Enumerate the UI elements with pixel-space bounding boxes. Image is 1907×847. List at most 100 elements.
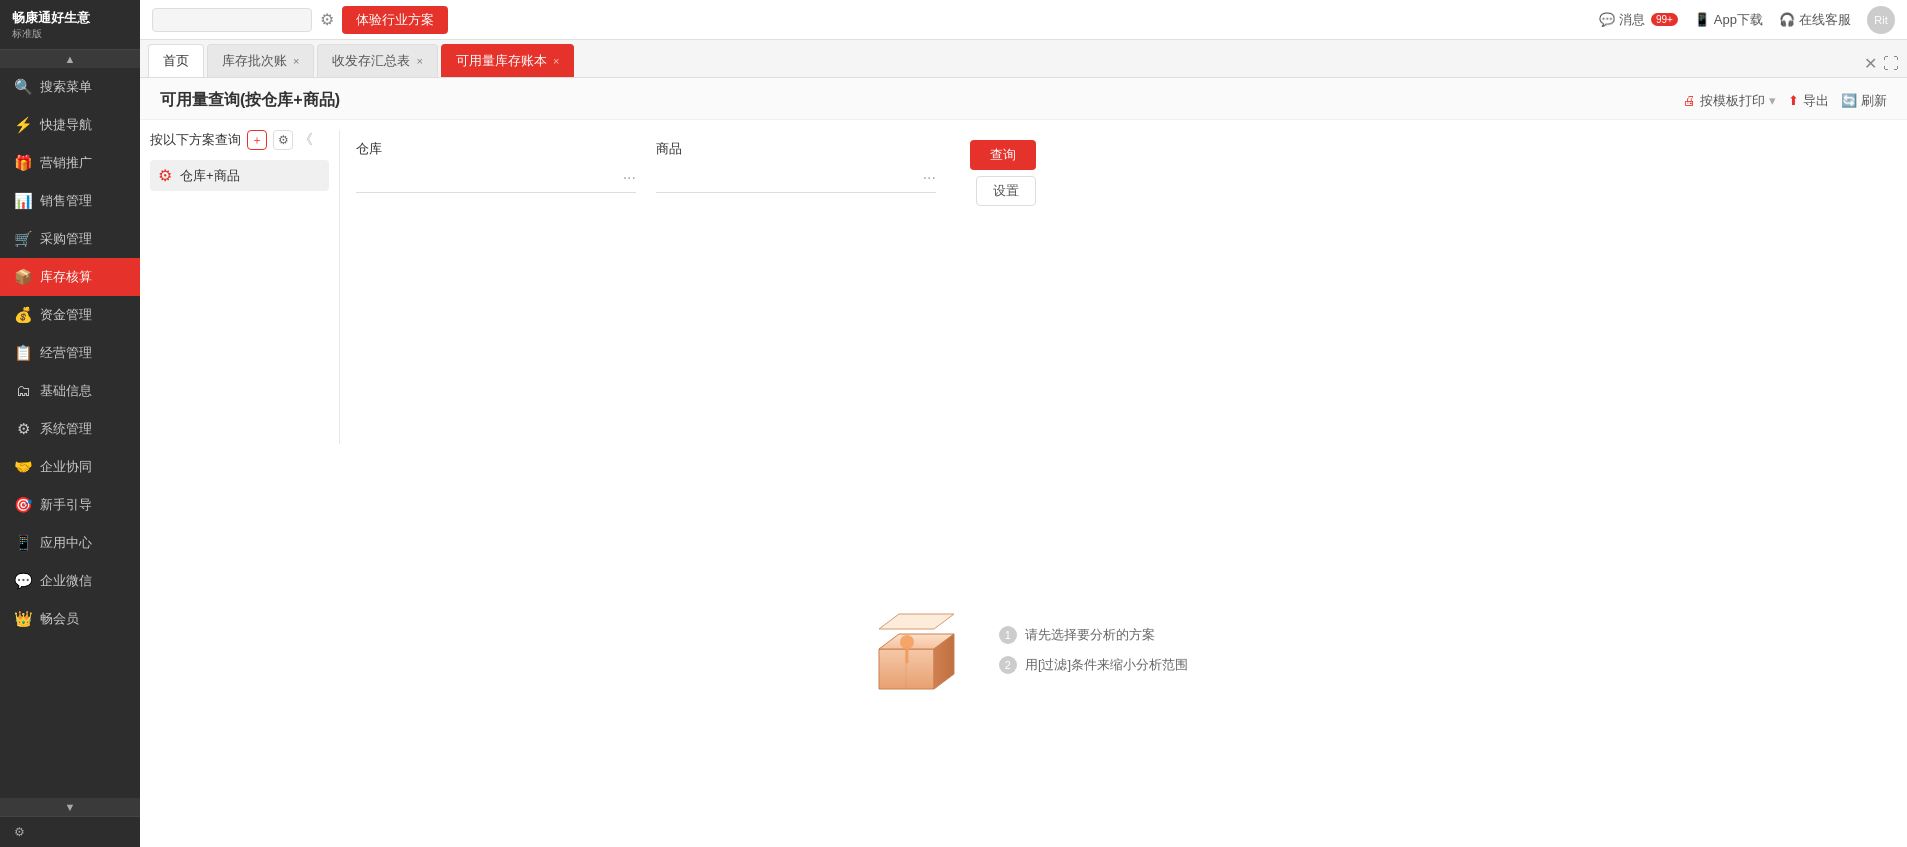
- sidebar-item-wechat[interactable]: 💬企业微信: [0, 562, 140, 600]
- message-icon: 💬: [1599, 12, 1615, 27]
- app-center-icon: 📱: [14, 534, 32, 552]
- app-icon: 📱: [1694, 12, 1710, 27]
- tab-summary[interactable]: 收发存汇总表×: [317, 44, 437, 77]
- close-tab-available[interactable]: ×: [553, 55, 559, 67]
- search-input[interactable]: [152, 8, 312, 32]
- message-button[interactable]: 💬 消息 99+: [1599, 11, 1678, 29]
- sidebar-label-basic-info: 基础信息: [40, 382, 92, 400]
- sidebar-item-app-center[interactable]: 📱应用中心: [0, 524, 140, 562]
- scheme-label: 仓库+商品: [180, 167, 240, 185]
- setting-button[interactable]: 设置: [976, 176, 1036, 206]
- main-content: ⚙ 体验行业方案 💬 消息 99+ 📱 App下载 🎧 在线客服 Rit: [140, 0, 1907, 847]
- field-input-goods[interactable]: ···: [656, 164, 936, 193]
- export-button[interactable]: ⬆导出: [1788, 92, 1829, 110]
- print-label: 按模板打印: [1700, 92, 1765, 110]
- svg-marker-3: [879, 614, 954, 629]
- sidebar-label-wechat: 企业微信: [40, 572, 92, 590]
- scheme-item[interactable]: ⚙ 仓库+商品: [150, 160, 329, 191]
- message-badge: 99+: [1651, 13, 1678, 26]
- tab-label-batch: 库存批次账: [222, 52, 287, 70]
- sidebar-menu: 🔍搜索菜单 ⚡ 快捷导航 🎁营销推广 📊 销售管理 🛒 采购管理 📦库存核算💰资金管理📋经营管理…: [0, 68, 140, 798]
- hint-item-1: 1请先选择要分析的方案: [999, 626, 1188, 644]
- settings-icon: ⚙: [14, 825, 25, 839]
- message-label: 消息: [1619, 11, 1645, 29]
- user-menu[interactable]: Rit: [1867, 6, 1895, 34]
- close-tab-batch[interactable]: ×: [293, 55, 299, 67]
- marketing-promo-icon: 🎁: [14, 154, 32, 172]
- field-value-warehouse: [356, 170, 368, 187]
- settings-scheme-button[interactable]: ⚙: [273, 130, 293, 150]
- refresh-label: 刷新: [1861, 92, 1887, 110]
- sidebar-label-inventory: 库存核算: [40, 268, 92, 286]
- query-button[interactable]: 查询: [970, 140, 1036, 170]
- field-label-goods: 商品: [656, 140, 936, 158]
- field-input-warehouse[interactable]: ···: [356, 164, 636, 193]
- print-button[interactable]: 🖨按模板打印▾: [1683, 92, 1776, 110]
- sidebar-item-enterprise[interactable]: 🤝企业协同: [0, 448, 140, 486]
- sidebar-item-shortcut[interactable]: ⚡ 快捷导航: [0, 106, 140, 144]
- print-dropdown-icon[interactable]: ▾: [1769, 93, 1776, 108]
- empty-hints: 1请先选择要分析的方案 2 用[过滤]条件来缩小分析范围: [999, 626, 1188, 674]
- hint-item-2: 2 用[过滤]条件来缩小分析范围: [999, 656, 1188, 674]
- system-icon: ⚙: [14, 420, 32, 438]
- tab-home[interactable]: 首页: [148, 44, 204, 77]
- online-service-button[interactable]: 🎧 在线客服: [1779, 11, 1851, 29]
- tab-available[interactable]: 可用量库存账本 ×: [441, 44, 574, 77]
- close-tab-summary[interactable]: ×: [416, 55, 422, 67]
- sidebar-label-search: 搜索菜单: [40, 78, 92, 96]
- page-header-actions: 🖨按模板打印▾⬆导出🔄刷新: [1683, 92, 1887, 110]
- add-scheme-button[interactable]: ＋: [247, 130, 267, 150]
- collapse-icon[interactable]: 《: [299, 131, 313, 149]
- hint-num-2: 2: [999, 656, 1017, 674]
- sidebar-scroll-down[interactable]: ▼: [0, 798, 140, 816]
- tabbar: 首页库存批次账×收发存汇总表×可用量库存账本× ✕ ⛶: [140, 40, 1907, 78]
- operations-icon: 📋: [14, 344, 32, 362]
- brand-sub: 标准版: [12, 27, 128, 41]
- sidebar-item-inventory[interactable]: 📦库存核算: [0, 258, 140, 296]
- sidebar-label-shortcut: 快捷导航: [40, 116, 92, 134]
- hint-num-1: 1: [999, 626, 1017, 644]
- sidebar-item-guide[interactable]: 🎯新手引导: [0, 486, 140, 524]
- basic-info-icon: 🗂: [14, 382, 32, 399]
- gear-icon[interactable]: ⚙: [320, 10, 334, 29]
- sidebar: 畅康通好生意 标准版 ▲ 🔍搜索菜单⚡快捷导航🎁营销推广📊销售管理🛒采购管理📦库…: [0, 0, 140, 847]
- close-tab-icon[interactable]: ✕: [1864, 54, 1877, 73]
- purchase-icon: 🛒: [14, 230, 32, 248]
- tab-batch[interactable]: 库存批次账 ×: [207, 44, 314, 77]
- sidebar-item-operations[interactable]: 📋经营管理: [0, 334, 140, 372]
- sidebar-footer[interactable]: ⚙: [0, 816, 140, 847]
- sidebar-item-system[interactable]: ⚙系统管理: [0, 410, 140, 448]
- user-name: Rit: [1874, 14, 1887, 26]
- field-more-goods[interactable]: ···: [923, 169, 936, 187]
- topbar-left: ⚙ 体验行业方案: [152, 6, 1591, 34]
- refresh-button[interactable]: 🔄刷新: [1841, 92, 1887, 110]
- schemes-label: 按以下方案查询: [150, 131, 241, 149]
- sidebar-item-member[interactable]: 👑畅会员: [0, 600, 140, 638]
- sidebar-scroll-up[interactable]: ▲: [0, 50, 140, 68]
- sidebar-label-purchase: 采购管理: [40, 230, 92, 248]
- shortcut-icon: ⚡: [14, 116, 32, 134]
- expand-icon[interactable]: ⛶: [1883, 55, 1899, 73]
- sidebar-item-finance[interactable]: 💰资金管理: [0, 296, 140, 334]
- tab-label-available: 可用量库存账本: [456, 52, 547, 70]
- field-more-warehouse[interactable]: ···: [623, 169, 636, 187]
- sidebar-item-marketing-promo[interactable]: 🎁营销推广: [0, 144, 140, 182]
- sidebar-item-sales[interactable]: 📊 销售管理: [0, 182, 140, 220]
- topbar-right: 💬 消息 99+ 📱 App下载 🎧 在线客服 Rit: [1599, 6, 1895, 34]
- sidebar-item-purchase[interactable]: 🛒 采购管理: [0, 220, 140, 258]
- app-download-button[interactable]: 📱 App下载: [1694, 11, 1763, 29]
- tabbar-actions: ✕ ⛶: [1864, 54, 1899, 77]
- sidebar-item-search[interactable]: 🔍搜索菜单: [0, 68, 140, 106]
- sidebar-item-basic-info[interactable]: 🗂 基础信息: [0, 372, 140, 410]
- sidebar-label-enterprise: 企业协同: [40, 458, 92, 476]
- query-left-panel: 按以下方案查询 ＋ ⚙ 《 ⚙ 仓库+商品: [140, 130, 340, 444]
- sales-icon: 📊: [14, 192, 32, 210]
- tab-label-home: 首页: [163, 52, 189, 70]
- sidebar-label-sales: 销售管理: [40, 192, 92, 210]
- query-button-area: 查询 设置: [956, 130, 1036, 206]
- service-icon: 🎧: [1779, 12, 1795, 27]
- svg-point-4: [900, 635, 914, 649]
- trial-button[interactable]: 体验行业方案: [342, 6, 448, 34]
- hint-text-2: 用[过滤]条件来缩小分析范围: [1025, 656, 1188, 674]
- topbar: ⚙ 体验行业方案 💬 消息 99+ 📱 App下载 🎧 在线客服 Rit: [140, 0, 1907, 40]
